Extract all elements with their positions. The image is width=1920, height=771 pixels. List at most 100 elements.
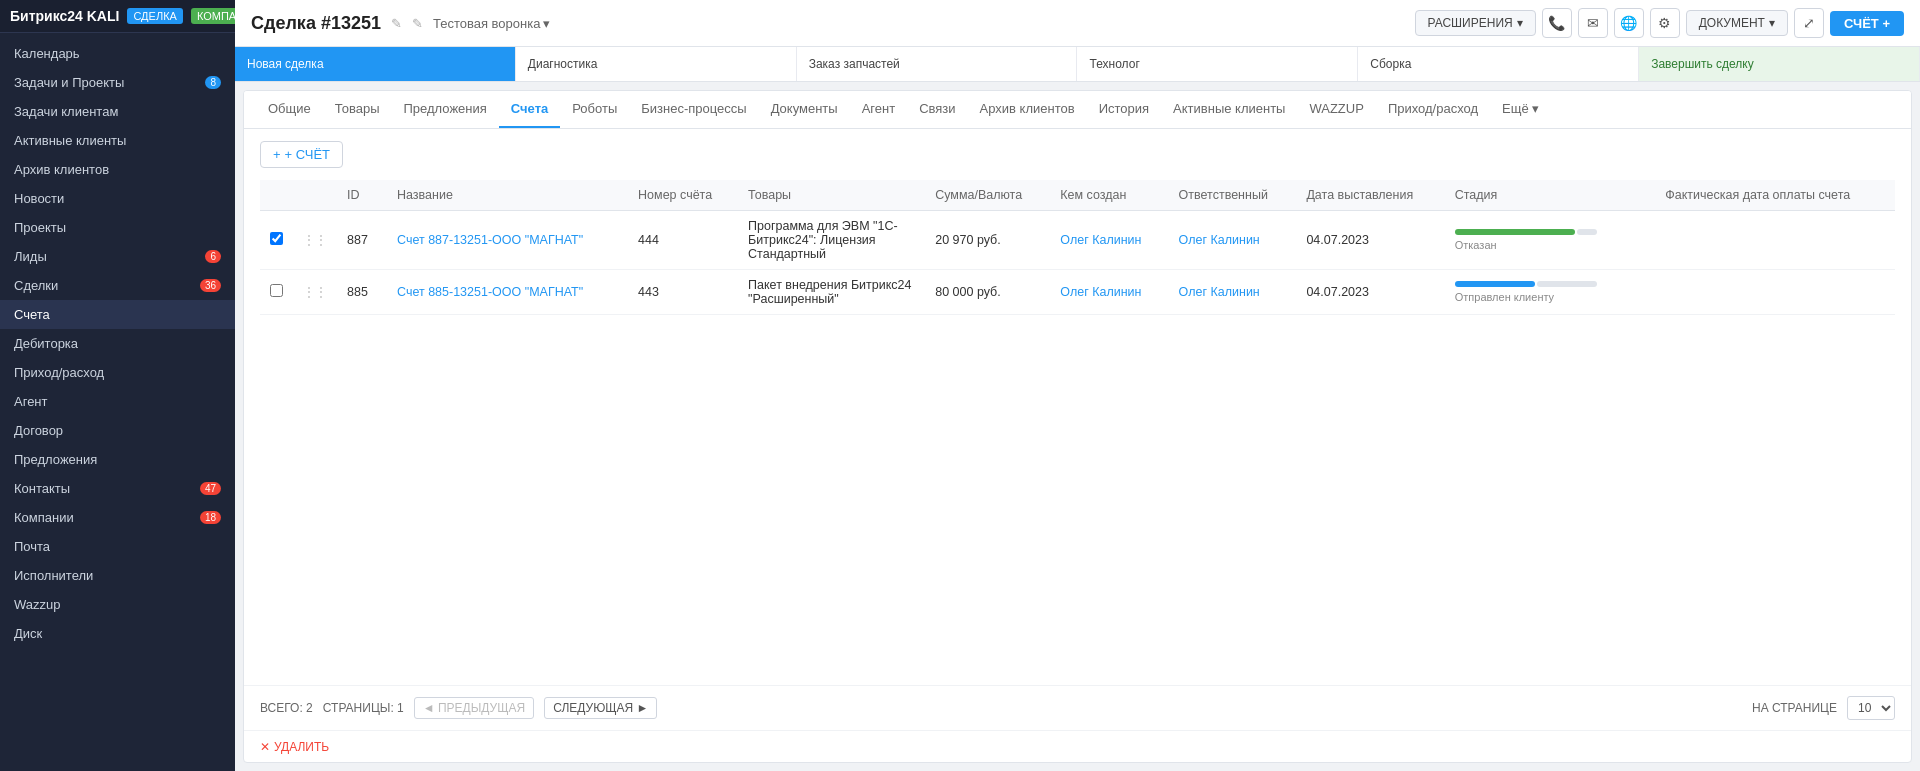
funnel-selector[interactable]: Тестовая воронка ▾ xyxy=(433,16,550,31)
tab-proposals[interactable]: Предложения xyxy=(391,91,498,128)
content-area: ОбщиеТоварыПредложенияСчетаРоботыБизнес-… xyxy=(243,90,1912,763)
row-checkbox-1[interactable] xyxy=(260,270,293,315)
edit-title-icon[interactable]: ✎ xyxy=(391,16,402,31)
app-logo: Битрикс24 KALI xyxy=(10,8,119,24)
sidebar-item-debtors[interactable]: Дебиторка xyxy=(0,329,235,358)
sidebar-item-mail[interactable]: Почта xyxy=(0,532,235,561)
sidebar-nav: Календарь Задачи и Проекты8Задачи клиента… xyxy=(0,33,235,771)
pipeline-stage-order-parts[interactable]: Заказ запчастей xyxy=(797,47,1078,81)
row-paid-date-1 xyxy=(1655,270,1895,315)
tab-more[interactable]: Ещё ▾ xyxy=(1490,91,1551,128)
tab-bizproc[interactable]: Бизнес-процессы xyxy=(629,91,758,128)
document-button[interactable]: ДОКУМЕНТ ▾ xyxy=(1686,10,1788,36)
sidebar-item-companies[interactable]: Компании18 xyxy=(0,503,235,532)
sidebar-item-proposals[interactable]: Предложения xyxy=(0,445,235,474)
checkbox-input-0[interactable] xyxy=(270,232,283,245)
row-responsible-1[interactable]: Олег Калинин xyxy=(1169,270,1297,315)
tabs-bar: ОбщиеТоварыПредложенияСчетаРоботыБизнес-… xyxy=(244,91,1911,129)
main-content: Сделка #13251 ✎ ✎ Тестовая воронка ▾ РАС… xyxy=(235,0,1920,771)
row-issue-date-0: 04.07.2023 xyxy=(1296,211,1444,270)
tab-links[interactable]: Связи xyxy=(907,91,967,128)
sidebar: Битрикс24 KALI СДЕЛКА КОМПАНИИ Календарь… xyxy=(0,0,235,771)
total-count: ВСЕГО: 2 xyxy=(260,701,313,715)
prev-page-button[interactable]: ◄ ПРЕДЫДУЩАЯ xyxy=(414,697,534,719)
row-checkbox-0[interactable] xyxy=(260,211,293,270)
settings-icon-button[interactable]: ⚙ xyxy=(1650,8,1680,38)
row-drag-icon[interactable]: ⋮⋮ xyxy=(303,233,327,247)
expand-button[interactable]: ⤢ xyxy=(1794,8,1824,38)
sidebar-item-contacts[interactable]: Контакты47 xyxy=(0,474,235,503)
sidebar-item-agent[interactable]: Агент xyxy=(0,387,235,416)
tab-general[interactable]: Общие xyxy=(256,91,323,128)
pipeline-stage-assembly[interactable]: Сборка xyxy=(1358,47,1639,81)
phone-icon-button[interactable]: 📞 xyxy=(1542,8,1572,38)
extensions-button[interactable]: РАСШИРЕНИЯ ▾ xyxy=(1415,10,1536,36)
col-header-issue_date: Дата выставления xyxy=(1296,180,1444,211)
tab-goods[interactable]: Товары xyxy=(323,91,392,128)
sidebar-item-active-clients[interactable]: Активные клиенты xyxy=(0,126,235,155)
row-responsible-0[interactable]: Олег Калинин xyxy=(1169,211,1297,270)
tab-active-clients[interactable]: Активные клиенты xyxy=(1161,91,1297,128)
sidebar-item-news[interactable]: Новости xyxy=(0,184,235,213)
row-name-1[interactable]: Счет 885-13251-ООО "МАГНАТ" xyxy=(387,270,628,315)
tab-history[interactable]: История xyxy=(1087,91,1161,128)
email-icon-button[interactable]: ✉ xyxy=(1578,8,1608,38)
col-header-id: ID xyxy=(337,180,387,211)
sidebar-badge-deals: 36 xyxy=(200,279,221,292)
row-created-by-0[interactable]: Олег Калинин xyxy=(1050,211,1168,270)
row-number-0: 444 xyxy=(628,211,738,270)
sidebar-item-income-expense[interactable]: Приход/расход xyxy=(0,358,235,387)
col-header-checkbox xyxy=(260,180,293,211)
tab-income-expense[interactable]: Приход/расход xyxy=(1376,91,1490,128)
sidebar-item-projects[interactable]: Проекты xyxy=(0,213,235,242)
sidebar-item-label: Календарь xyxy=(14,46,221,61)
globe-icon-button[interactable]: 🌐 xyxy=(1614,8,1644,38)
row-name-0[interactable]: Счет 887-13251-ООО "МАГНАТ" xyxy=(387,211,628,270)
sidebar-item-label: Задачи и Проекты xyxy=(14,75,195,90)
sidebar-item-client-tasks[interactable]: Задачи клиентам xyxy=(0,97,235,126)
checkbox-input-1[interactable] xyxy=(270,284,283,297)
sidebar-item-tasks[interactable]: Задачи и Проекты8 xyxy=(0,68,235,97)
delete-button[interactable]: ✕ УДАЛИТЬ xyxy=(260,740,329,754)
sidebar-item-contract[interactable]: Договор xyxy=(0,416,235,445)
sidebar-item-label: Wazzup xyxy=(14,597,221,612)
tab-wazzup[interactable]: WAZZUP xyxy=(1297,91,1375,128)
deal-badge[interactable]: СДЕЛКА xyxy=(127,8,182,24)
sidebar-item-label: Предложения xyxy=(14,452,221,467)
sidebar-item-executors[interactable]: Исполнители xyxy=(0,561,235,590)
per-page-select[interactable]: 10 20 50 xyxy=(1847,696,1895,720)
row-stage-0: Отказан xyxy=(1445,211,1656,270)
tab-archive[interactable]: Архив клиентов xyxy=(968,91,1087,128)
create-invoice-button[interactable]: СЧЁТ + xyxy=(1830,11,1904,36)
sidebar-item-label: Дебиторка xyxy=(14,336,221,351)
pipeline-stage-new-deal[interactable]: Новая сделка xyxy=(235,47,516,81)
row-number-1: 443 xyxy=(628,270,738,315)
topbar: Сделка #13251 ✎ ✎ Тестовая воронка ▾ РАС… xyxy=(235,0,1920,47)
sidebar-item-label: Лиды xyxy=(14,249,195,264)
row-icon-cell-0: ⋮⋮ xyxy=(293,211,337,270)
pipeline-stage-diagnostics[interactable]: Диагностика xyxy=(516,47,797,81)
tab-documents[interactable]: Документы xyxy=(759,91,850,128)
sidebar-item-disk[interactable]: Диск xyxy=(0,619,235,648)
row-created-by-1[interactable]: Олег Калинин xyxy=(1050,270,1168,315)
delete-row: ✕ УДАЛИТЬ xyxy=(244,730,1911,762)
edit-funnel-icon[interactable]: ✎ xyxy=(412,16,423,31)
pipeline-stage-technologist[interactable]: Технолог xyxy=(1077,47,1358,81)
sidebar-item-leads[interactable]: Лиды6 xyxy=(0,242,235,271)
row-drag-icon[interactable]: ⋮⋮ xyxy=(303,285,327,299)
sidebar-badge-companies: 18 xyxy=(200,511,221,524)
tab-invoices[interactable]: Счета xyxy=(499,91,560,128)
sidebar-item-invoices[interactable]: Счета xyxy=(0,300,235,329)
sidebar-item-wazzup[interactable]: Wazzup xyxy=(0,590,235,619)
tab-robots[interactable]: Роботы xyxy=(560,91,629,128)
sidebar-item-calendar[interactable]: Календарь xyxy=(0,39,235,68)
add-invoice-button[interactable]: + + СЧЁТ xyxy=(260,141,343,168)
sidebar-item-label: Исполнители xyxy=(14,568,221,583)
tab-agent[interactable]: Агент xyxy=(850,91,908,128)
company-badge[interactable]: КОМПАНИИ xyxy=(191,8,235,24)
pipeline-stage-close-deal[interactable]: Завершить сделку xyxy=(1639,47,1920,81)
sidebar-item-deals[interactable]: Сделки36 xyxy=(0,271,235,300)
sidebar-item-archive-clients[interactable]: Архив клиентов xyxy=(0,155,235,184)
page-title: Сделка #13251 xyxy=(251,13,381,34)
next-page-button[interactable]: СЛЕДУЮЩАЯ ► xyxy=(544,697,657,719)
